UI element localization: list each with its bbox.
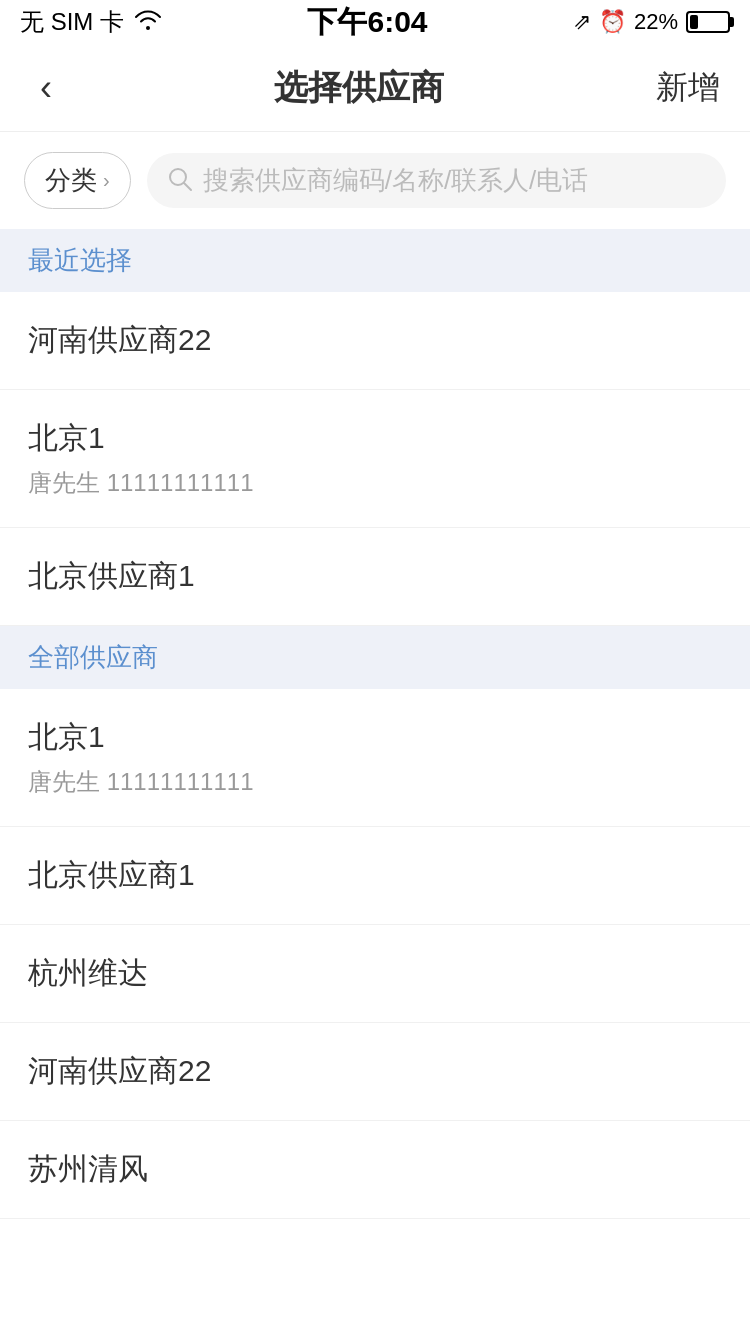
section-header-text-recent: 最近选择 xyxy=(28,245,132,275)
list-item[interactable]: 河南供应商22 xyxy=(0,292,750,390)
add-button[interactable]: 新增 xyxy=(656,66,720,110)
wifi-icon xyxy=(134,8,162,36)
search-icon xyxy=(167,166,193,196)
back-button[interactable]: ‹ xyxy=(30,60,62,116)
supplier-name: 北京1 xyxy=(28,717,722,758)
supplier-name: 北京供应商1 xyxy=(28,556,722,597)
location-icon: ⇗ xyxy=(573,9,591,35)
supplier-contact: 唐先生 11111111111 xyxy=(28,467,722,499)
search-input[interactable] xyxy=(203,165,706,196)
supplier-name: 北京供应商1 xyxy=(28,855,722,896)
status-bar: 无 SIM 卡 下午6:04 ⇗ ⏰ 22% xyxy=(0,0,750,44)
supplier-contact: 唐先生 11111111111 xyxy=(28,766,722,798)
status-right: ⇗ ⏰ 22% xyxy=(573,9,730,35)
supplier-name: 河南供应商22 xyxy=(28,320,722,361)
nav-bar: ‹ 选择供应商 新增 xyxy=(0,44,750,132)
list-item[interactable]: 北京供应商1 xyxy=(0,827,750,925)
page-title: 选择供应商 xyxy=(274,65,444,111)
battery-icon xyxy=(686,11,730,33)
status-left: 无 SIM 卡 xyxy=(20,6,162,38)
svg-line-1 xyxy=(184,183,191,190)
section-header-all: 全部供应商 xyxy=(0,626,750,689)
alarm-icon: ⏰ xyxy=(599,9,626,35)
list-item[interactable]: 杭州维达 xyxy=(0,925,750,1023)
supplier-name: 杭州维达 xyxy=(28,953,722,994)
sim-text: 无 SIM 卡 xyxy=(20,6,124,38)
list-item[interactable]: 河南供应商22 xyxy=(0,1023,750,1121)
search-area: 分类 › xyxy=(0,132,750,229)
list-item[interactable]: 北京1 唐先生 11111111111 xyxy=(0,689,750,827)
battery-percent: 22% xyxy=(634,9,678,35)
search-input-wrap xyxy=(147,153,726,208)
status-time: 下午6:04 xyxy=(307,2,427,43)
supplier-name: 河南供应商22 xyxy=(28,1051,722,1092)
category-label: 分类 xyxy=(45,163,97,198)
section-header-recent: 最近选择 xyxy=(0,229,750,292)
section-header-text-all: 全部供应商 xyxy=(28,642,158,672)
list-item[interactable]: 北京1 唐先生 11111111111 xyxy=(0,390,750,528)
supplier-name: 苏州清风 xyxy=(28,1149,722,1190)
category-button[interactable]: 分类 › xyxy=(24,152,131,209)
chevron-right-icon: › xyxy=(103,169,110,192)
supplier-name: 北京1 xyxy=(28,418,722,459)
list-item[interactable]: 苏州清风 xyxy=(0,1121,750,1219)
supplier-list: 最近选择河南供应商22 北京1 唐先生 11111111111 北京供应商1 全部供应商… xyxy=(0,229,750,1219)
list-item[interactable]: 北京供应商1 xyxy=(0,528,750,626)
